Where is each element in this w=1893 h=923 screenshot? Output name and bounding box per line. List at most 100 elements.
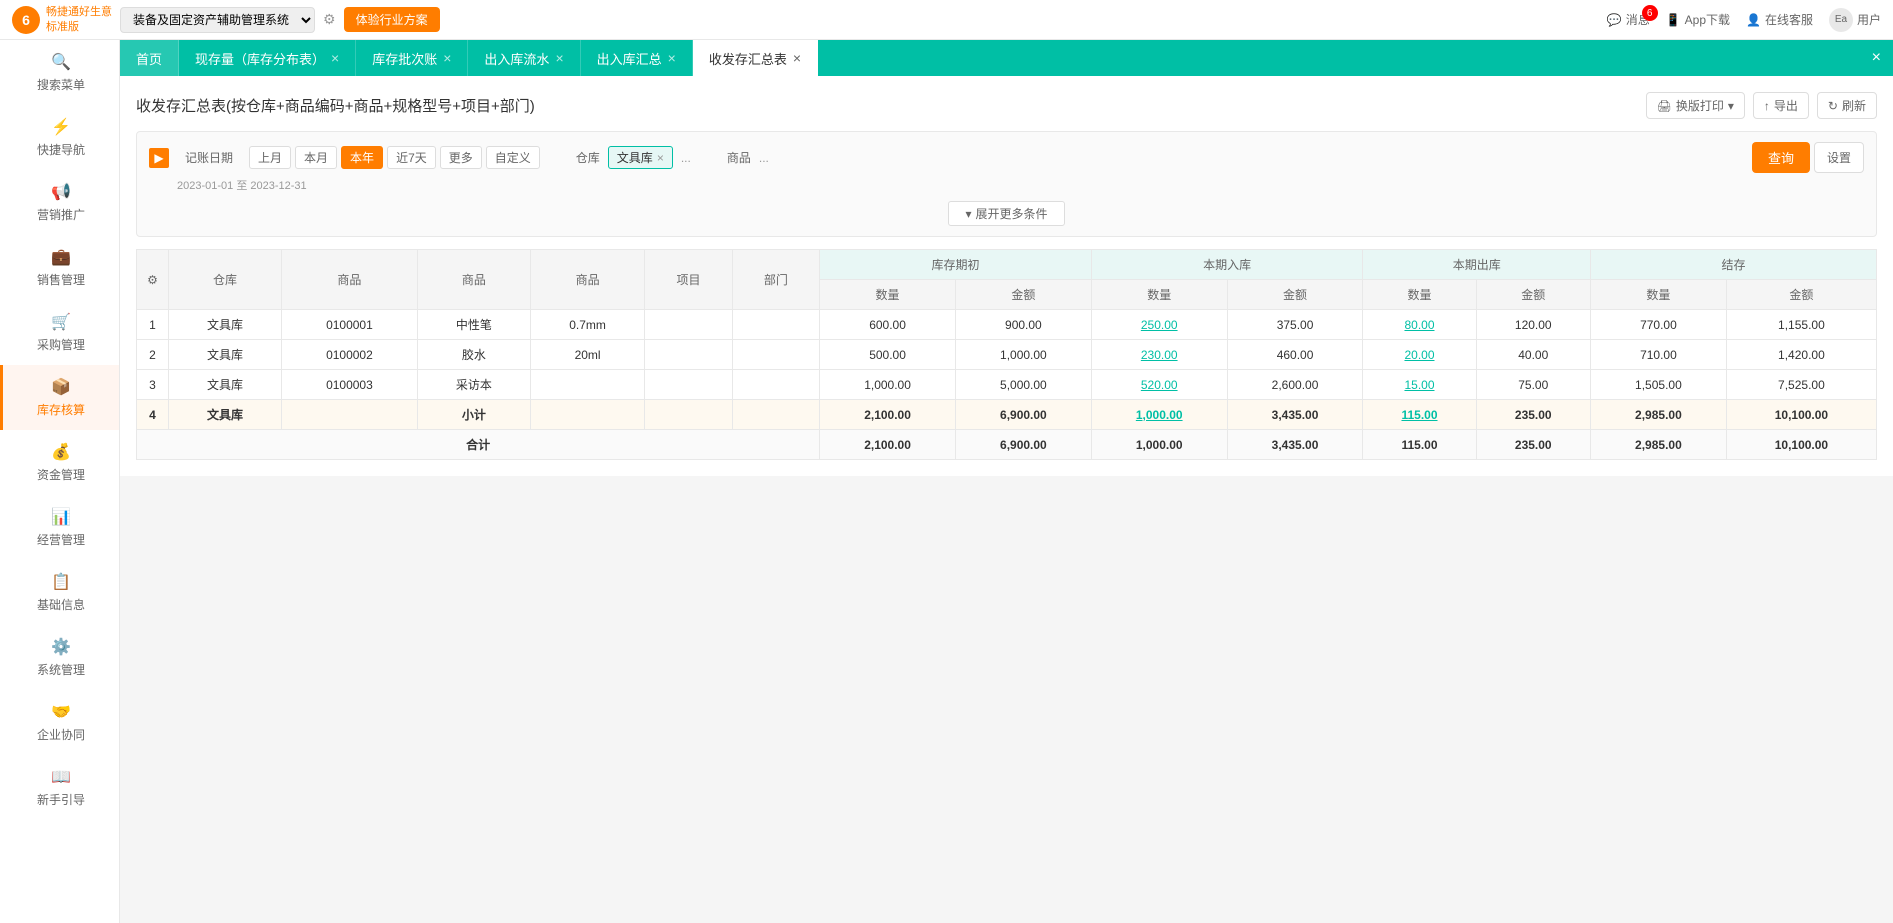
th-goods-name: 商品 [417,250,530,310]
tab-home[interactable]: 首页 [120,40,179,76]
table-cell-out-qty[interactable]: 115.00 [1363,400,1476,430]
table-cell-init-amt: 900.00 [955,310,1091,340]
sidebar-item-basicinfo[interactable]: 📋 基础信息 [0,560,119,625]
th-out-amt: 金额 [1476,280,1590,310]
system-select[interactable]: 装备及固定资产辅助管理系统 [120,7,315,33]
gear-icon[interactable]: ⚙ [147,273,158,287]
table-cell-goods-spec: 20ml [530,340,644,370]
table-cell-goods-code: 0100002 [282,340,418,370]
export-button[interactable]: ↑ 导出 [1753,92,1809,119]
app-download-button[interactable]: 📱 App下载 [1666,11,1730,28]
filter-expand-button[interactable]: ▶ [149,148,169,168]
table-cell-out-qty[interactable]: 15.00 [1363,370,1476,400]
main-layout: 🔍 搜索菜单 ⚡ 快捷导航 📢 营销推广 💼 销售管理 🛒 采购管理 📦 库存核… [0,40,1893,923]
table-cell-out-qty[interactable]: 80.00 [1363,310,1476,340]
tab-inout-summary[interactable]: 出入库汇总 × [581,40,693,76]
sidebar-item-marketing[interactable]: 📢 营销推广 [0,170,119,235]
experience-button[interactable]: 体验行业方案 [344,7,440,32]
date-btn-more[interactable]: 更多 [440,146,482,169]
settings-icon[interactable]: ⚙ [323,11,336,28]
table-cell-init-qty: 500.00 [820,340,956,370]
th-balance: 结存 [1591,250,1877,280]
table-cell-init-amt: 6,900.00 [955,400,1091,430]
filter-bar: ▶ 记账日期 上月 本月 本年 近7天 更多 自定义 仓库 [136,131,1877,237]
page-content: 收发存汇总表(按仓库+商品编码+商品+规格型号+项目+部门) 🖨 换版打印 ▾ … [120,76,1893,923]
table-cell-init-amt: 1,000.00 [955,340,1091,370]
date-btn-7days[interactable]: 近7天 [387,146,436,169]
sidebar-item-inventory[interactable]: 📦 库存核算 [0,365,119,430]
sidebar-item-management[interactable]: 📊 经营管理 [0,495,119,560]
date-btn-this-month[interactable]: 本月 [295,146,337,169]
phone-icon: 📱 [1666,13,1681,27]
table-cell-out-qty[interactable]: 20.00 [1363,340,1476,370]
management-icon: 📊 [51,507,71,527]
sidebar-item-finance[interactable]: 💰 资金管理 [0,430,119,495]
sidebar-item-sales[interactable]: 💼 销售管理 [0,235,119,300]
goods-more-button[interactable]: ... [759,151,769,165]
user-button[interactable]: Ea 用户 [1829,8,1881,32]
top-bar: 6 畅捷通好生意 标准版 装备及固定资产辅助管理系统 ⚙ 体验行业方案 💬 消息… [0,0,1893,40]
tab-close-batch-account[interactable]: × [443,51,451,65]
sidebar-item-guide[interactable]: 📖 新手引导 [0,755,119,820]
tab-close-inout-summary[interactable]: × [668,51,676,65]
sidebar-item-cooperation[interactable]: 🤝 企业协同 [0,690,119,755]
table-cell-warehouse: 文具库 [169,340,282,370]
tab-inout-flow[interactable]: 出入库流水 × [468,40,580,76]
tab-bar-close-button[interactable]: × [1860,49,1893,67]
th-in-qty: 数量 [1091,280,1227,310]
print-icon: 🖨 [1657,99,1672,113]
logo-area: 6 畅捷通好生意 标准版 [12,5,112,34]
print-button[interactable]: 🖨 换版打印 ▾ [1646,92,1745,119]
table-cell-in-qty[interactable]: 1,000.00 [1091,400,1227,430]
table-cell-department [732,310,819,340]
tab-stock-summary[interactable]: 收发存汇总表 × [693,40,818,76]
data-table: ⚙ 仓库 商品 商品 商品 项目 部门 库存期初 本期入库 本期出库 结存 [136,249,1877,460]
th-project: 项目 [645,250,732,310]
sidebar-item-search[interactable]: 🔍 搜索菜单 [0,40,119,105]
tab-inventory-distribution[interactable]: 现存量（库存分布表） × [179,40,356,76]
tab-close-inout-flow[interactable]: × [555,51,563,65]
content-area: 首页 现存量（库存分布表） × 库存批次账 × 出入库流水 × 出入库汇总 × … [120,40,1893,923]
date-btn-custom[interactable]: 自定义 [486,146,540,169]
tab-close-stock-summary[interactable]: × [793,51,801,65]
table-row: 4 [137,400,169,430]
tab-bar: 首页 现存量（库存分布表） × 库存批次账 × 出入库流水 × 出入库汇总 × … [120,40,1893,76]
expand-more-button[interactable]: ▾ 展开更多条件 [948,201,1064,226]
tab-batch-account[interactable]: 库存批次账 × [356,40,468,76]
refresh-button[interactable]: ↻ 刷新 [1817,92,1877,119]
logo-text: 畅捷通好生意 标准版 [46,5,112,34]
footer-in-qty: 1,000.00 [1091,430,1227,460]
table-cell-in-qty[interactable]: 250.00 [1091,310,1227,340]
table-cell-goods-name: 小计 [417,400,530,430]
sidebar-item-purchase[interactable]: 🛒 采购管理 [0,300,119,365]
goods-label: 商品 [727,149,751,166]
th-init-amt: 金额 [955,280,1091,310]
warehouse-tag-close[interactable]: × [657,151,664,165]
footer-init-amt: 6,900.00 [955,430,1091,460]
message-button[interactable]: 💬 消息 6 [1607,11,1650,28]
table-cell-bal-qty: 2,985.00 [1591,400,1727,430]
online-service-button[interactable]: 👤 在线客服 [1746,11,1813,28]
th-bal-amt: 金额 [1726,280,1876,310]
filter-row-main: ▶ 记账日期 上月 本月 本年 近7天 更多 自定义 仓库 [149,142,1864,173]
date-btn-last-month[interactable]: 上月 [249,146,291,169]
tab-close-inventory-distribution[interactable]: × [331,51,339,65]
date-btn-this-year[interactable]: 本年 [341,146,383,169]
table-cell-bal-amt: 10,100.00 [1726,400,1876,430]
marketing-icon: 📢 [51,182,71,202]
query-button[interactable]: 查询 [1752,142,1810,173]
page-header: 收发存汇总表(按仓库+商品编码+商品+规格型号+项目+部门) 🖨 换版打印 ▾ … [136,92,1877,119]
settings-filter-button[interactable]: 设置 [1814,142,1864,173]
th-init-stock: 库存期初 [820,250,1092,280]
table-cell-goods-code: 0100001 [282,310,418,340]
warehouse-more-button[interactable]: ... [681,151,691,165]
table-cell-in-qty[interactable]: 230.00 [1091,340,1227,370]
table-cell-in-qty[interactable]: 520.00 [1091,370,1227,400]
date-label: 记账日期 [185,149,233,166]
table-cell-department [732,340,819,370]
avatar: Ea [1829,8,1853,32]
sidebar-item-quicknav[interactable]: ⚡ 快捷导航 [0,105,119,170]
sidebar-item-system[interactable]: ⚙️ 系统管理 [0,625,119,690]
filter-goods-area: 商品 ... [727,149,769,166]
table-cell-project [645,340,732,370]
